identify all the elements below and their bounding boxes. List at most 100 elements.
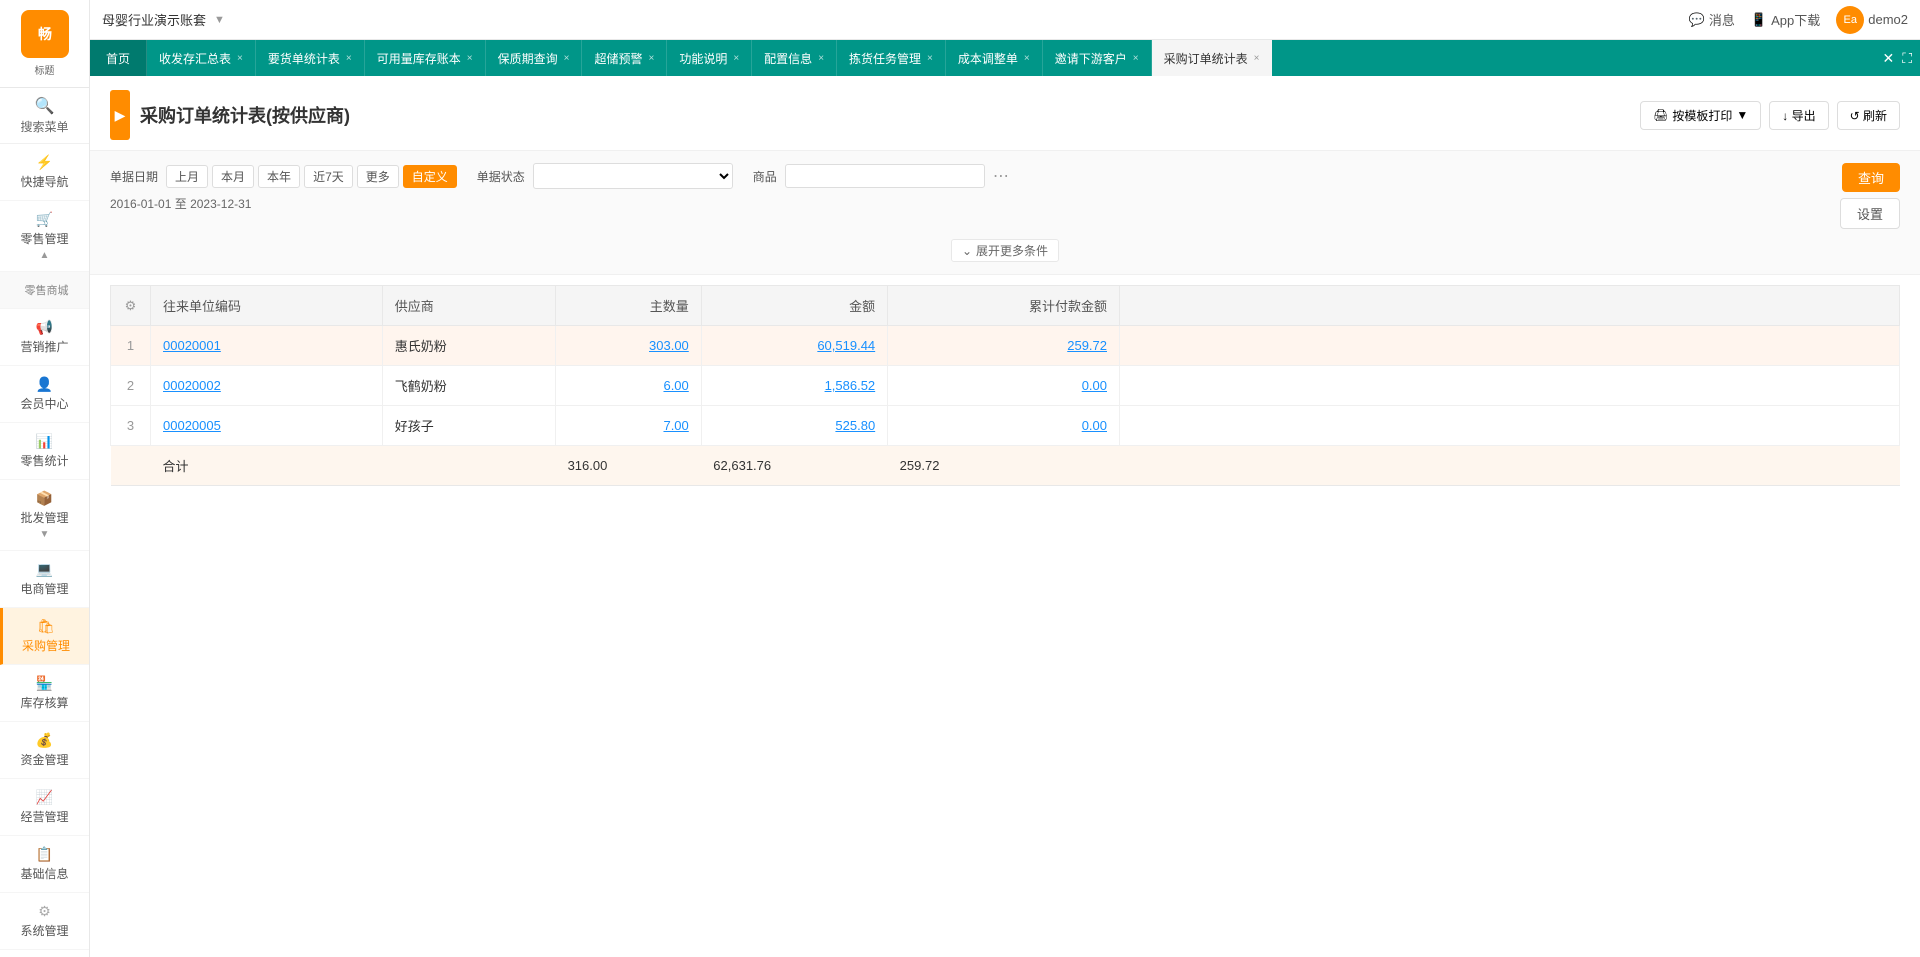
print-button[interactable]: 🖨 按模板打印 ▼ xyxy=(1640,101,1761,130)
row2-amount: 1,586.52 xyxy=(701,366,887,406)
goods-more-icon[interactable]: ⋯ xyxy=(993,166,1009,186)
sidebar-item-retail-shop[interactable]: 零售商城 xyxy=(0,272,89,309)
row1-amount-link[interactable]: 60,519.44 xyxy=(817,338,875,353)
sidebar-item-retail-stats[interactable]: 📊 零售统计 xyxy=(0,423,89,480)
tab-invite-downstream[interactable]: 邀请下游客户 × xyxy=(1043,40,1152,76)
filter-row-1: 单据日期 上月 本月 本年 近7天 更多 自定义 单据状态 xyxy=(110,163,1820,189)
footer-extra xyxy=(1120,446,1900,486)
col-code: 往来单位编码 xyxy=(151,286,383,326)
row2-code-link[interactable]: 00020002 xyxy=(163,378,221,393)
close-tab-picking-task[interactable]: × xyxy=(927,53,933,64)
row1-code-link[interactable]: 00020001 xyxy=(163,338,221,353)
export-button[interactable]: ↓ 导出 xyxy=(1769,101,1828,130)
row2-paid-link[interactable]: 0.00 xyxy=(1082,378,1107,393)
refresh-icon: ↺ xyxy=(1850,109,1860,123)
settings-button[interactable]: 设置 xyxy=(1840,198,1900,229)
row1-qty: 303.00 xyxy=(556,326,702,366)
tab-shelf-life[interactable]: 保质期查询 × xyxy=(486,40,583,76)
date-btn-last-month[interactable]: 上月 xyxy=(166,165,208,188)
date-btn-custom[interactable]: 自定义 xyxy=(403,165,457,188)
refresh-button[interactable]: ↺ 刷新 xyxy=(1837,101,1900,130)
sidebar-item-member[interactable]: 👤 会员中心 xyxy=(0,366,89,423)
date-btn-7days[interactable]: 近7天 xyxy=(304,165,353,188)
date-btn-this-year[interactable]: 本年 xyxy=(258,165,300,188)
sidebar-item-inventory[interactable]: 🏪 库存核算 xyxy=(0,665,89,722)
print-icon: 🖨 xyxy=(1653,108,1668,122)
sidebar-item-wholesale[interactable]: 📦 批发管理 ▼ xyxy=(0,480,89,551)
page-header: ▶ 采购订单统计表(按供应商) 🖨 按模板打印 ▼ ↓ 导出 ↺ 刷新 xyxy=(90,76,1920,151)
tab-config-info[interactable]: 配置信息 × xyxy=(752,40,837,76)
close-tab-purchase-summary[interactable]: × xyxy=(1254,53,1260,64)
column-settings-icon[interactable]: ⚙ xyxy=(125,298,137,313)
close-tab-inventory-ledger[interactable]: × xyxy=(467,53,473,64)
tab-receive-summary[interactable]: 收发存汇总表 × xyxy=(147,40,256,76)
avatar: Ea xyxy=(1836,6,1864,34)
row3-code-link[interactable]: 00020005 xyxy=(163,418,221,433)
collapse-filter-btn[interactable]: ▶ xyxy=(110,90,130,140)
footer-qty: 316.00 xyxy=(556,446,702,486)
tab-cost-adjust[interactable]: 成本调整单 × xyxy=(946,40,1043,76)
tab-home[interactable]: 首页 xyxy=(90,40,147,76)
tab-purchase-summary[interactable]: 采购订单统计表 × xyxy=(1152,40,1273,76)
row2-idx: 2 xyxy=(111,366,151,406)
row3-extra xyxy=(1120,406,1900,446)
date-range-display: 2016-01-01 至 2023-12-31 xyxy=(110,195,1820,212)
tab-order-summary[interactable]: 要货单统计表 × xyxy=(256,40,365,76)
sidebar-item-purchase[interactable]: 🛍 采购管理 xyxy=(0,608,89,665)
close-tab-icon[interactable]: ✕ xyxy=(1882,50,1894,67)
row2-amount-link[interactable]: 1,586.52 xyxy=(825,378,876,393)
expand-tab-icon[interactable]: ⛶ xyxy=(1902,50,1912,67)
row3-paid-link[interactable]: 0.00 xyxy=(1082,418,1107,433)
row1-code: 00020001 xyxy=(151,326,383,366)
sidebar-item-retail[interactable]: 🛒 零售管理 ▲ xyxy=(0,201,89,272)
sidebar-item-system[interactable]: ⚙ 系统管理 xyxy=(0,893,89,950)
col-settings[interactable]: ⚙ xyxy=(111,286,151,326)
page-content: ▶ 采购订单统计表(按供应商) 🖨 按模板打印 ▼ ↓ 导出 ↺ 刷新 xyxy=(90,76,1920,957)
message-btn[interactable]: 💬 消息 xyxy=(1689,10,1735,29)
goods-input[interactable] xyxy=(785,164,985,188)
sidebar-item-quick-nav[interactable]: ⚡ 快捷导航 xyxy=(0,144,89,201)
row3-idx: 3 xyxy=(111,406,151,446)
sidebar-item-marketing[interactable]: 📢 营销推广 xyxy=(0,309,89,366)
tab-inventory-ledger[interactable]: 可用量库存账本 × xyxy=(365,40,486,76)
close-tab-invite-downstream[interactable]: × xyxy=(1133,53,1139,64)
date-preset-btns: 上月 本月 本年 近7天 更多 自定义 xyxy=(166,165,457,188)
expand-more-btn[interactable]: ⌄ 展开更多条件 xyxy=(951,239,1059,262)
row1-paid-link[interactable]: 259.72 xyxy=(1067,338,1107,353)
table-row: 2 00020002 飞鹤奶粉 6.00 1,586.52 0.00 xyxy=(111,366,1900,406)
industry-arrow[interactable]: ▼ xyxy=(214,14,225,26)
app-download-btn[interactable]: 📱 App下载 xyxy=(1751,10,1820,29)
footer-paid: 259.72 xyxy=(888,446,1120,486)
sidebar-item-ecommerce[interactable]: 💻 电商管理 xyxy=(0,551,89,608)
table-row: 3 00020005 好孩子 7.00 525.80 0.00 xyxy=(111,406,1900,446)
tab-function-desc[interactable]: 功能说明 × xyxy=(667,40,752,76)
sidebar-item-search[interactable]: 🔍 搜索菜单 xyxy=(0,88,89,144)
sidebar: 畅 标题 🔍 搜索菜单 ⚡ 快捷导航 🛒 零售管理 ▲ 零售商城 📢 营销推广 … xyxy=(0,0,90,957)
status-select[interactable] xyxy=(533,163,733,189)
sidebar-item-finance[interactable]: 💰 资金管理 xyxy=(0,722,89,779)
close-tab-function-desc[interactable]: × xyxy=(733,53,739,64)
tab-picking-task[interactable]: 拣货任务管理 × xyxy=(837,40,946,76)
tab-overstock-warning[interactable]: 超储预警 × xyxy=(582,40,667,76)
close-tab-shelf-life[interactable]: × xyxy=(564,53,570,64)
expand-icon: ⌄ xyxy=(962,244,972,258)
sidebar-item-operations[interactable]: 📈 经营管理 xyxy=(0,779,89,836)
close-tab-order-summary[interactable]: × xyxy=(346,53,352,64)
row3-amount-link[interactable]: 525.80 xyxy=(835,418,875,433)
close-tab-overstock-warning[interactable]: × xyxy=(648,53,654,64)
close-tab-config-info[interactable]: × xyxy=(818,53,824,64)
row1-qty-link[interactable]: 303.00 xyxy=(649,338,689,353)
close-tab-cost-adjust[interactable]: × xyxy=(1024,53,1030,64)
user-info[interactable]: Ea demo2 xyxy=(1836,6,1908,34)
close-tab-receive-summary[interactable]: × xyxy=(237,53,243,64)
row3-qty-link[interactable]: 7.00 xyxy=(663,418,688,433)
search-button[interactable]: 查询 xyxy=(1842,163,1900,192)
sidebar-item-base-info[interactable]: 📋 基础信息 xyxy=(0,836,89,893)
filter-expand-row: ⌄ 展开更多条件 xyxy=(110,239,1900,262)
date-btn-this-month[interactable]: 本月 xyxy=(212,165,254,188)
logo-text: 标题 xyxy=(5,62,84,77)
sidebar-item-enterprise[interactable]: 🤝 企业协同 xyxy=(0,950,89,957)
date-btn-more[interactable]: 更多 xyxy=(357,165,399,188)
filter-status: 单据状态 xyxy=(477,163,733,189)
row2-qty-link[interactable]: 6.00 xyxy=(663,378,688,393)
